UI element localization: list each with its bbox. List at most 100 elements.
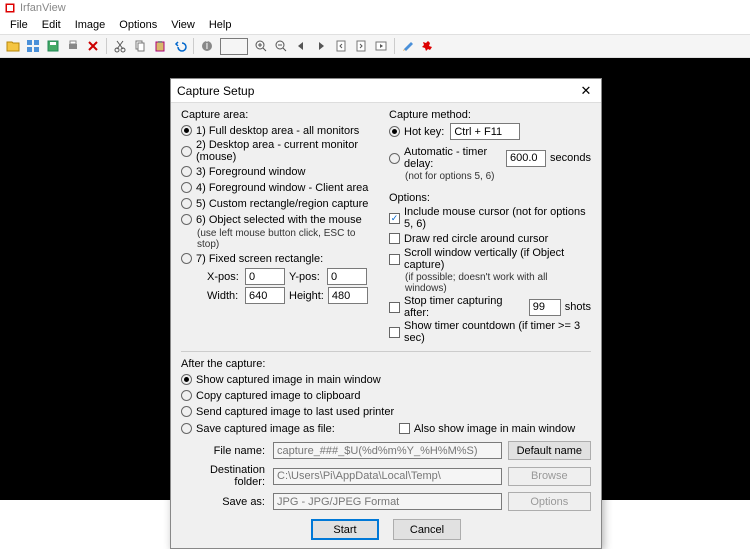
menu-image[interactable]: Image (69, 17, 112, 33)
radio-save-file[interactable]: Save captured image as file: Also show i… (181, 420, 591, 437)
dest-label: Destination folder: (181, 464, 267, 488)
shots-input[interactable] (529, 299, 561, 316)
opt6-hint: (use left mouse button click, ESC to sto… (197, 228, 379, 250)
scroll-hint: (if possible; doesn't work with all wind… (405, 272, 591, 294)
menu-help[interactable]: Help (203, 17, 238, 33)
separator (181, 351, 591, 352)
radio-send-printer[interactable]: Send captured image to last used printer (181, 404, 591, 419)
radio-icon (181, 423, 192, 434)
radio-copy-clipboard[interactable]: Copy captured image to clipboard (181, 388, 591, 403)
auto-hint: (not for options 5, 6) (405, 171, 591, 182)
xpos-input[interactable] (245, 268, 285, 285)
menu-view[interactable]: View (165, 17, 201, 33)
hotkey-input[interactable] (450, 123, 520, 140)
app-title: IrfanView (20, 2, 66, 14)
zoom-out-icon[interactable] (272, 37, 290, 55)
about-icon[interactable] (419, 37, 437, 55)
paste-icon[interactable] (151, 37, 169, 55)
chk-also-show[interactable]: Also show image in main window (399, 421, 575, 436)
radio-current-monitor[interactable]: 2) Desktop area - current monitor (mouse… (181, 139, 379, 163)
cut-icon[interactable] (111, 37, 129, 55)
radio-show-main[interactable]: Show captured image in main window (181, 372, 591, 387)
toolbar: i (0, 34, 750, 58)
radio-icon (181, 198, 192, 209)
separator (193, 38, 194, 54)
width-input[interactable] (245, 287, 285, 304)
checkbox-icon (389, 327, 400, 338)
capture-setup-dialog: Capture Setup ✕ Capture area: 1) Full de… (170, 78, 602, 549)
ypos-label: Y-pos: (289, 271, 323, 283)
separator (106, 38, 107, 54)
chk-stop-timer[interactable]: Stop timer capturing after: shots (389, 295, 591, 319)
radio-icon (181, 166, 192, 177)
capture-method-label: Capture method: (389, 109, 591, 121)
next-page-icon[interactable] (352, 37, 370, 55)
chk-include-cursor[interactable]: Include mouse cursor (not for options 5,… (389, 206, 591, 230)
height-input[interactable] (328, 287, 368, 304)
cancel-button[interactable]: Cancel (393, 519, 461, 540)
checkbox-icon (389, 254, 400, 265)
after-capture-label: After the capture: (181, 358, 591, 370)
saveas-label: Save as: (181, 496, 267, 508)
saveas-select[interactable] (273, 493, 502, 510)
radio-icon (181, 125, 192, 136)
copy-icon[interactable] (131, 37, 149, 55)
prev-icon[interactable] (292, 37, 310, 55)
chk-countdown[interactable]: Show timer countdown (if timer >= 3 sec) (389, 320, 591, 344)
info-icon[interactable]: i (198, 37, 216, 55)
radio-object-mouse[interactable]: 6) Object selected with the mouse (181, 212, 379, 227)
menubar: File Edit Image Options View Help (0, 16, 750, 34)
height-label: Height: (289, 290, 324, 302)
dialog-title: Capture Setup (177, 84, 254, 98)
prev-page-icon[interactable] (332, 37, 350, 55)
next-icon[interactable] (312, 37, 330, 55)
radio-full-desktop[interactable]: 1) Full desktop area - all monitors (181, 123, 379, 138)
filename-input[interactable] (273, 442, 502, 459)
dialog-titlebar: Capture Setup ✕ (171, 79, 601, 103)
radio-fixed-rect[interactable]: 7) Fixed screen rectangle: (181, 251, 379, 266)
titlebar: IrfanView (0, 0, 750, 16)
slideshow-icon[interactable] (372, 37, 390, 55)
delete-icon[interactable] (84, 37, 102, 55)
capture-area-label: Capture area: (181, 109, 379, 121)
filename-label: File name: (181, 445, 267, 457)
radio-icon (181, 406, 192, 417)
radio-hotkey[interactable]: Hot key: (389, 123, 591, 140)
format-options-button[interactable]: Options (508, 492, 591, 511)
thumbnails-icon[interactable] (24, 37, 42, 55)
timer-delay-input[interactable] (506, 150, 546, 167)
radio-icon (389, 126, 400, 137)
chk-scroll-window[interactable]: Scroll window vertically (if Object capt… (389, 247, 591, 271)
checkbox-icon (389, 213, 400, 224)
zoom-input[interactable] (220, 38, 248, 55)
checkbox-icon (399, 423, 410, 434)
print-icon[interactable] (64, 37, 82, 55)
menu-options[interactable]: Options (113, 17, 163, 33)
radio-icon (181, 146, 192, 157)
radio-custom-rect[interactable]: 5) Custom rectangle/region capture (181, 196, 379, 211)
dest-input[interactable] (273, 468, 502, 485)
checkbox-icon (389, 233, 400, 244)
radio-icon (181, 214, 192, 225)
zoom-in-icon[interactable] (252, 37, 270, 55)
open-icon[interactable] (4, 37, 22, 55)
separator (394, 38, 395, 54)
browse-button[interactable]: Browse (508, 467, 591, 486)
close-button[interactable]: ✕ (577, 82, 595, 100)
start-button[interactable]: Start (311, 519, 379, 540)
radio-foreground-client[interactable]: 4) Foreground window - Client area (181, 180, 379, 195)
radio-icon (181, 182, 192, 193)
menu-file[interactable]: File (4, 17, 34, 33)
app-icon (4, 2, 16, 14)
ypos-input[interactable] (327, 268, 367, 285)
radio-icon (181, 390, 192, 401)
chk-red-circle[interactable]: Draw red circle around cursor (389, 231, 591, 246)
menu-edit[interactable]: Edit (36, 17, 67, 33)
radio-automatic[interactable]: Automatic - timer delay: seconds (389, 146, 591, 170)
settings-icon[interactable] (399, 37, 417, 55)
save-icon[interactable] (44, 37, 62, 55)
undo-icon[interactable] (171, 37, 189, 55)
default-name-button[interactable]: Default name (508, 441, 591, 460)
svg-text:i: i (206, 40, 208, 52)
radio-foreground-window[interactable]: 3) Foreground window (181, 164, 379, 179)
